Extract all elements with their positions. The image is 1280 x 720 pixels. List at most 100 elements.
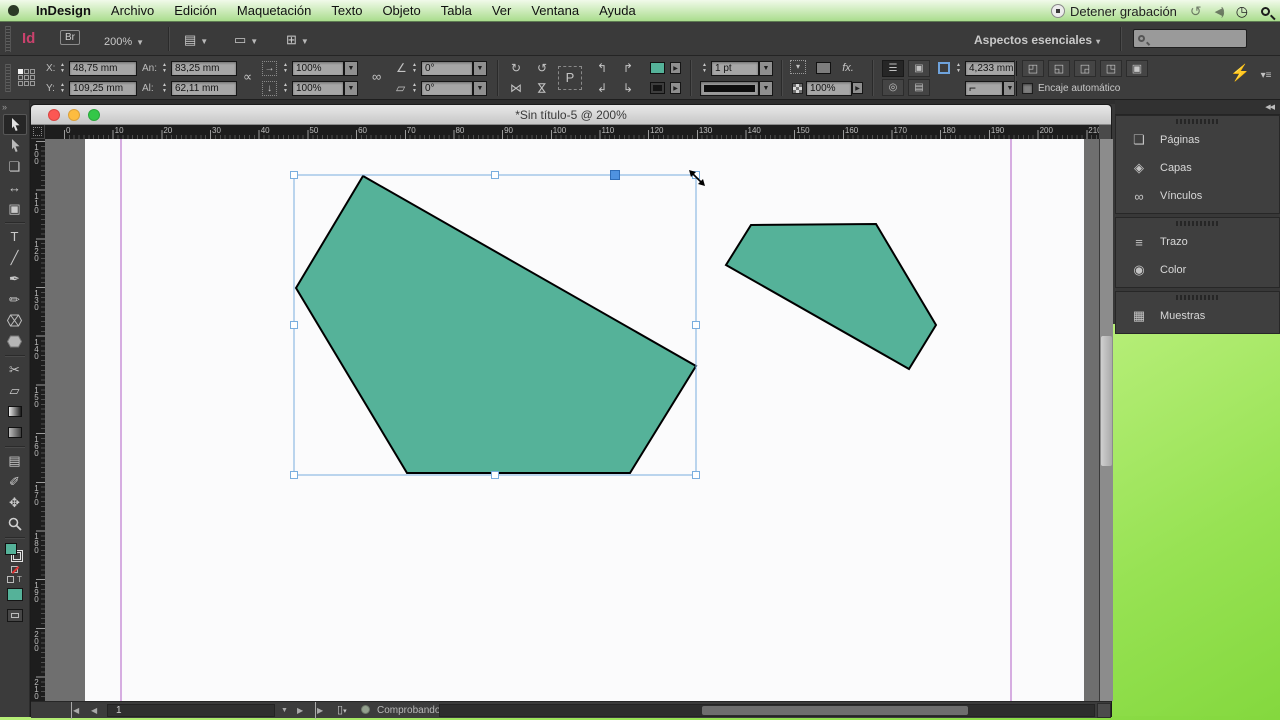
height-stepper[interactable]: ▲ ▼ bbox=[160, 81, 169, 96]
constrain-scale-icon[interactable]: ∞ bbox=[372, 69, 381, 84]
control-grip[interactable] bbox=[5, 64, 11, 92]
reference-point-proxy[interactable] bbox=[18, 69, 35, 86]
select-container-button[interactable]: P bbox=[558, 66, 582, 90]
x-field[interactable]: 48,75 mm bbox=[69, 61, 137, 76]
type-tool[interactable]: T bbox=[3, 226, 27, 247]
preflight-icon[interactable]: ▯▾ bbox=[337, 702, 347, 719]
opacity-field[interactable]: 100% bbox=[806, 81, 852, 96]
time-machine-icon[interactable]: ↺ bbox=[1190, 3, 1202, 20]
opacity-flyout[interactable]: ▶ bbox=[852, 82, 863, 94]
zoom-tool[interactable] bbox=[3, 513, 27, 534]
selection-handle[interactable] bbox=[290, 171, 298, 179]
rotate-ccw-button[interactable]: ↺ bbox=[532, 60, 552, 76]
dock-group-grip[interactable] bbox=[1175, 119, 1220, 124]
selection-tool[interactable] bbox=[2, 114, 27, 135]
content-collector-tool[interactable]: ▣ bbox=[3, 198, 27, 219]
select-previous-object-button[interactable]: ↰ bbox=[592, 60, 612, 76]
vertical-scrollbar[interactable] bbox=[1099, 139, 1113, 701]
window-resize-grip[interactable] bbox=[1097, 703, 1111, 718]
scissors-tool[interactable]: ✂ bbox=[3, 359, 27, 380]
width-stepper[interactable]: ▲ ▼ bbox=[160, 61, 169, 76]
scale-y-field[interactable]: 100% bbox=[292, 81, 344, 96]
fill-flyout[interactable]: ▶ bbox=[670, 62, 681, 74]
x-stepper[interactable]: ▲ ▼ bbox=[58, 61, 67, 76]
polygon-frame-tool[interactable] bbox=[3, 310, 27, 331]
scale-x-stepper[interactable]: ▲ ▼ bbox=[281, 61, 290, 76]
fill-stroke-proxy[interactable] bbox=[3, 542, 27, 564]
direct-selection-tool[interactable] bbox=[3, 135, 27, 156]
menu-texto[interactable]: Texto bbox=[321, 3, 372, 18]
dock-group-grip[interactable] bbox=[1175, 295, 1220, 300]
pencil-tool[interactable]: ✏ bbox=[3, 289, 27, 310]
rotation-dropdown[interactable]: ▼ bbox=[473, 61, 487, 76]
vertical-scroll-thumb[interactable] bbox=[1101, 336, 1112, 466]
stop-recording-button[interactable]: Detener grabación bbox=[1050, 4, 1177, 19]
apple-menu[interactable] bbox=[0, 3, 26, 18]
gradient-tool[interactable] bbox=[3, 401, 27, 422]
rotation-field[interactable]: 0° bbox=[421, 61, 473, 76]
shear-field[interactable]: 0° bbox=[421, 81, 473, 96]
panel-capas[interactable]: ◈ Capas bbox=[1116, 154, 1279, 182]
select-content-button[interactable]: ↲ bbox=[592, 80, 612, 96]
wrap-bounding-box-button[interactable]: ▣ bbox=[908, 60, 930, 77]
view-options-dropdown[interactable]: ▤ ▼ bbox=[184, 31, 208, 49]
menu-ventana[interactable]: Ventana bbox=[521, 3, 589, 18]
spotlight-icon[interactable] bbox=[1261, 6, 1270, 16]
search-input[interactable] bbox=[1133, 29, 1247, 48]
document-canvas[interactable] bbox=[45, 139, 1099, 701]
frame-fit-button-4[interactable]: ◳ bbox=[1100, 60, 1122, 77]
stroke-type-dropdown[interactable]: ▼ bbox=[759, 81, 773, 96]
frame-fit-button-2[interactable]: ◱ bbox=[1048, 60, 1070, 77]
default-fill-stroke[interactable] bbox=[0, 566, 29, 573]
menu-indesign[interactable]: InDesign bbox=[26, 3, 101, 18]
object-effect-swatch[interactable] bbox=[816, 62, 831, 74]
apply-color-button[interactable] bbox=[6, 588, 23, 601]
arrange-documents-dropdown[interactable]: ⊞ ▼ bbox=[286, 31, 309, 49]
select-next-object-button[interactable]: ↱ bbox=[618, 60, 638, 76]
line-tool[interactable]: ╱ bbox=[3, 247, 27, 268]
horizontal-scrollbar[interactable] bbox=[439, 704, 1095, 717]
quick-apply-icon[interactable]: ⚡ bbox=[1230, 66, 1250, 82]
frame-fit-button-1[interactable]: ◰ bbox=[1022, 60, 1044, 77]
tools-collapse-button[interactable]: » bbox=[0, 100, 29, 114]
menu-objeto[interactable]: Objeto bbox=[372, 3, 430, 18]
page-number-field[interactable]: 1 bbox=[107, 704, 275, 717]
appbar-grip[interactable] bbox=[5, 26, 11, 52]
rotate-cw-button[interactable]: ↻ bbox=[506, 60, 526, 76]
close-button[interactable] bbox=[48, 109, 60, 121]
panel-vinculos[interactable]: ∞ Vínculos bbox=[1116, 182, 1279, 210]
y-field[interactable]: 109,25 mm bbox=[69, 81, 137, 96]
stroke-weight-dropdown[interactable]: ▼ bbox=[759, 61, 773, 76]
menu-ver[interactable]: Ver bbox=[482, 3, 522, 18]
minimize-button[interactable] bbox=[68, 109, 80, 121]
width-field[interactable]: 83,25 mm bbox=[171, 61, 237, 76]
wrap-object-shape-button[interactable]: ◎ bbox=[882, 79, 904, 96]
bridge-button[interactable]: Br bbox=[60, 30, 80, 45]
frame-fit-button-5[interactable]: ▣ bbox=[1126, 60, 1148, 77]
fill-color-swatch[interactable] bbox=[650, 62, 665, 74]
page-tool[interactable]: ❏ bbox=[3, 156, 27, 177]
previous-page-button[interactable]: ◀ bbox=[91, 702, 97, 719]
note-tool[interactable]: ▤ bbox=[3, 450, 27, 471]
selection-handle[interactable] bbox=[290, 321, 298, 329]
screen-mode-dropdown[interactable]: ▭ ▼ bbox=[234, 31, 258, 49]
fill-proxy-swatch[interactable] bbox=[4, 543, 17, 555]
wrap-jump-button[interactable]: ▤ bbox=[908, 79, 930, 96]
autofit-checkbox[interactable] bbox=[1022, 83, 1033, 94]
shear-dropdown[interactable]: ▼ bbox=[473, 81, 487, 96]
panel-color[interactable]: ◉ Color bbox=[1116, 256, 1279, 284]
workspace-switcher[interactable]: Aspectos esenciales ▾ bbox=[974, 31, 1100, 49]
ruler-origin-box[interactable] bbox=[31, 125, 45, 139]
formatting-container-icon[interactable] bbox=[7, 576, 15, 583]
selection-handle[interactable] bbox=[692, 321, 700, 329]
hand-tool[interactable]: ✥ bbox=[3, 492, 27, 513]
scale-y-dropdown[interactable]: ▼ bbox=[344, 81, 358, 96]
frame-fit-button-3[interactable]: ◲ bbox=[1074, 60, 1096, 77]
zoom-window-button[interactable] bbox=[88, 109, 100, 121]
stroke-flyout[interactable]: ▶ bbox=[670, 82, 681, 94]
corner-shape-swatch[interactable]: ⌐ bbox=[965, 81, 1003, 96]
menu-tabla[interactable]: Tabla bbox=[431, 3, 482, 18]
zoom-level-dropdown[interactable]: 200% ▼ bbox=[104, 32, 144, 50]
wrap-none-button[interactable]: ☰ bbox=[882, 60, 904, 77]
scale-x-dropdown[interactable]: ▼ bbox=[344, 61, 358, 76]
